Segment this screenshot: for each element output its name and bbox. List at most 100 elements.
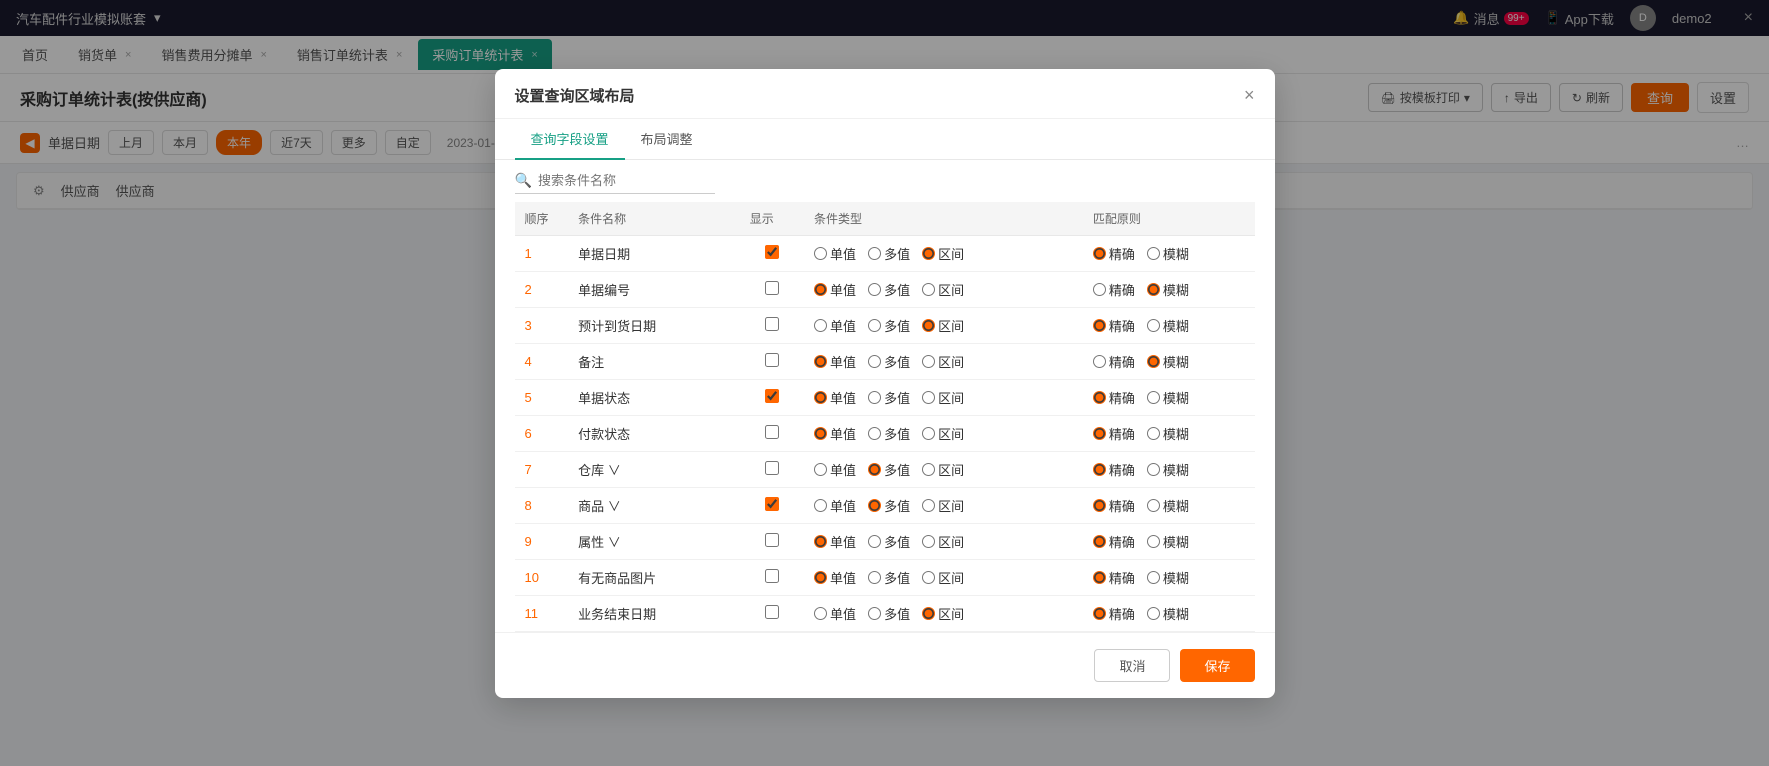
type-option-单值-2[interactable]: 单值: [814, 316, 856, 335]
row-order-7: 8: [515, 487, 569, 523]
match-option-精确-7[interactable]: 精确: [1093, 496, 1135, 515]
match-option-精确-9[interactable]: 精确: [1093, 568, 1135, 587]
tab-layout-adjust-label: 布局调整: [641, 132, 693, 147]
display-checkbox-7[interactable]: [765, 497, 779, 511]
type-option-单值-9[interactable]: 单值: [814, 568, 856, 587]
type-option-多值-9[interactable]: 多值: [868, 568, 910, 587]
type-option-单值-1[interactable]: 单值: [814, 280, 856, 299]
match-option-精确-1[interactable]: 精确: [1093, 280, 1135, 299]
table-row: 3预计到货日期单值多值区间精确模糊: [515, 307, 1255, 343]
match-option-模糊-10[interactable]: 模糊: [1147, 604, 1189, 623]
match-option-模糊-9[interactable]: 模糊: [1147, 568, 1189, 587]
display-checkbox-1[interactable]: [765, 281, 779, 295]
type-option-单值-10[interactable]: 单值: [814, 604, 856, 623]
type-option-单值-8[interactable]: 单值: [814, 532, 856, 551]
modal-overlay: 设置查询区域布局 × 查询字段设置 布局调整 🔍: [0, 0, 1769, 766]
match-option-模糊-1[interactable]: 模糊: [1147, 280, 1189, 299]
row-display-7: [740, 487, 804, 523]
row-order-4: 5: [515, 379, 569, 415]
tab-query-fields[interactable]: 查询字段设置: [515, 119, 625, 160]
type-option-区间-3[interactable]: 区间: [922, 352, 964, 371]
table-row: 7仓库 ∨单值多值区间精确模糊: [515, 451, 1255, 487]
match-option-精确-6[interactable]: 精确: [1093, 460, 1135, 479]
type-option-区间-5[interactable]: 区间: [922, 424, 964, 443]
match-option-模糊-0[interactable]: 模糊: [1147, 244, 1189, 263]
type-option-区间-6[interactable]: 区间: [922, 460, 964, 479]
type-option-多值-1[interactable]: 多值: [868, 280, 910, 299]
match-option-精确-8[interactable]: 精确: [1093, 532, 1135, 551]
match-option-精确-4[interactable]: 精确: [1093, 388, 1135, 407]
type-option-多值-0[interactable]: 多值: [868, 244, 910, 263]
match-option-精确-2[interactable]: 精确: [1093, 316, 1135, 335]
match-option-模糊-2[interactable]: 模糊: [1147, 316, 1189, 335]
match-option-模糊-8[interactable]: 模糊: [1147, 532, 1189, 551]
table-row: 8商品 ∨单值多值区间精确模糊: [515, 487, 1255, 523]
type-option-区间-8[interactable]: 区间: [922, 532, 964, 551]
match-option-模糊-7[interactable]: 模糊: [1147, 496, 1189, 515]
dialog-close-button[interactable]: ×: [1244, 85, 1255, 106]
type-option-多值-4[interactable]: 多值: [868, 388, 910, 407]
row-display-2: [740, 307, 804, 343]
match-option-模糊-5[interactable]: 模糊: [1147, 424, 1189, 443]
type-option-单值-6[interactable]: 单值: [814, 460, 856, 479]
type-option-多值-2[interactable]: 多值: [868, 316, 910, 335]
save-button[interactable]: 保存: [1180, 649, 1254, 682]
type-option-多值-10[interactable]: 多值: [868, 604, 910, 623]
type-option-区间-1[interactable]: 区间: [922, 280, 964, 299]
type-option-多值-5[interactable]: 多值: [868, 424, 910, 443]
display-checkbox-10[interactable]: [765, 605, 779, 619]
row-name-4: 单据状态: [568, 379, 740, 415]
display-checkbox-9[interactable]: [765, 569, 779, 583]
th-match-label: 匹配原则: [1093, 212, 1141, 226]
row-name-3: 备注: [568, 343, 740, 379]
th-name-label: 条件名称: [578, 212, 626, 226]
type-option-单值-0[interactable]: 单值: [814, 244, 856, 263]
tab-query-fields-label: 查询字段设置: [531, 132, 609, 147]
type-option-多值-6[interactable]: 多值: [868, 460, 910, 479]
match-option-精确-3[interactable]: 精确: [1093, 352, 1135, 371]
match-option-模糊-3[interactable]: 模糊: [1147, 352, 1189, 371]
row-display-10: [740, 595, 804, 631]
display-checkbox-0[interactable]: [765, 245, 779, 259]
th-name: 条件名称: [568, 202, 740, 236]
type-option-区间-0[interactable]: 区间: [922, 244, 964, 263]
type-option-单值-3[interactable]: 单值: [814, 352, 856, 371]
dialog-table-wrap: 顺序 条件名称 显示 条件类型 匹配原则: [495, 202, 1275, 632]
search-icon: 🔍: [515, 172, 532, 189]
type-option-区间-7[interactable]: 区间: [922, 496, 964, 515]
dialog-footer: 取消 保存: [495, 632, 1275, 698]
display-checkbox-4[interactable]: [765, 389, 779, 403]
type-option-单值-5[interactable]: 单值: [814, 424, 856, 443]
row-display-5: [740, 415, 804, 451]
display-checkbox-3[interactable]: [765, 353, 779, 367]
tab-layout-adjust[interactable]: 布局调整: [625, 119, 709, 160]
type-option-多值-8[interactable]: 多值: [868, 532, 910, 551]
display-checkbox-2[interactable]: [765, 317, 779, 331]
cancel-button[interactable]: 取消: [1094, 649, 1170, 682]
match-option-精确-0[interactable]: 精确: [1093, 244, 1135, 263]
type-option-多值-3[interactable]: 多值: [868, 352, 910, 371]
row-display-3: [740, 343, 804, 379]
table-row: 1单据日期单值多值区间精确模糊: [515, 235, 1255, 271]
type-option-区间-9[interactable]: 区间: [922, 568, 964, 587]
type-option-区间-4[interactable]: 区间: [922, 388, 964, 407]
row-type-3: 单值多值区间: [804, 343, 1083, 379]
row-display-0: [740, 235, 804, 271]
match-option-模糊-6[interactable]: 模糊: [1147, 460, 1189, 479]
table-row: 4备注单值多值区间精确模糊: [515, 343, 1255, 379]
type-option-多值-7[interactable]: 多值: [868, 496, 910, 515]
row-match-10: 精确模糊: [1083, 595, 1255, 631]
match-option-模糊-4[interactable]: 模糊: [1147, 388, 1189, 407]
type-option-区间-10[interactable]: 区间: [922, 604, 964, 623]
type-option-单值-7[interactable]: 单值: [814, 496, 856, 515]
display-checkbox-5[interactable]: [765, 425, 779, 439]
dialog-header: 设置查询区域布局 ×: [495, 69, 1275, 119]
display-checkbox-8[interactable]: [765, 533, 779, 547]
type-option-单值-4[interactable]: 单值: [814, 388, 856, 407]
match-option-精确-5[interactable]: 精确: [1093, 424, 1135, 443]
match-option-精确-10[interactable]: 精确: [1093, 604, 1135, 623]
display-checkbox-6[interactable]: [765, 461, 779, 475]
type-option-区间-2[interactable]: 区间: [922, 316, 964, 335]
th-order: 顺序: [515, 202, 569, 236]
search-input[interactable]: [538, 173, 698, 188]
